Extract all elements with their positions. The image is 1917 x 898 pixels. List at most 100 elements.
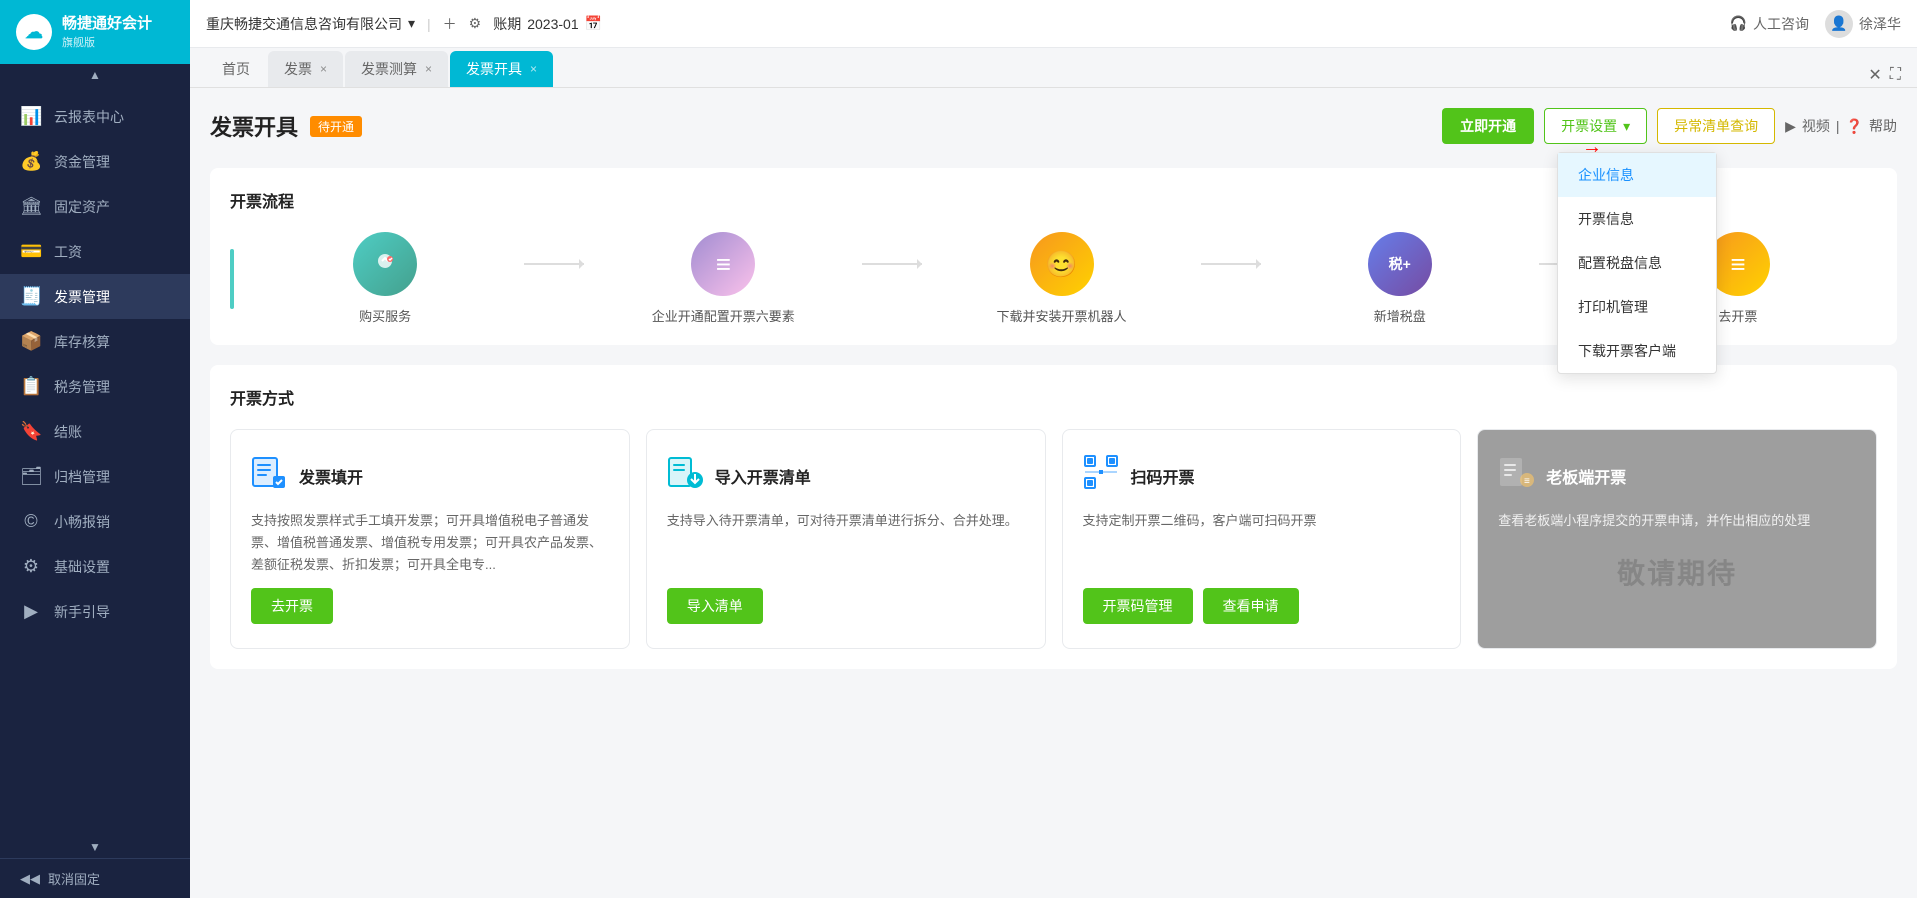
sidebar-item-zijin[interactable]: 💰 资金管理 — [0, 139, 190, 184]
sidebar-label-xiaochang: 小畅报销 — [54, 512, 110, 532]
tab-close-all[interactable]: ✕ — [1868, 65, 1881, 85]
svg-text:≡: ≡ — [1524, 476, 1530, 487]
activate-button[interactable]: 立即开通 — [1442, 108, 1534, 144]
period-selector[interactable]: 账期 2023-01 📅 — [493, 14, 602, 34]
pin-icon: ◀◀ — [20, 871, 40, 887]
chevron-down-icon: ▾ — [1623, 118, 1630, 135]
settings-label: 开票设置 — [1561, 116, 1617, 136]
sidebar-item-gongzi[interactable]: 💳 工资 — [0, 229, 190, 274]
help-label: 帮助 — [1869, 116, 1897, 136]
page-content: 发票开具 待开通 立即开通 开票设置 ▾ 异常清单查询 ▶ 视频 | ❓ 帮助 — [190, 88, 1917, 898]
sidebar-label-jichushezhi: 基础设置 — [54, 557, 110, 577]
tax-config-label: 配置税盘信息 — [1578, 253, 1662, 273]
topbar-divider1: | — [427, 16, 431, 32]
dropdown-item-company-info[interactable]: 企业信息 — [1558, 153, 1716, 197]
company-name-text: 重庆畅捷交通信息咨询有限公司 — [206, 14, 402, 34]
step1-icon — [353, 232, 417, 296]
dropdown-item-tax-config[interactable]: 配置税盘信息 — [1558, 241, 1716, 285]
methods-section: 开票方式 — [210, 365, 1897, 669]
app-name: 畅捷通好会计 — [62, 14, 152, 34]
tab-fapiao[interactable]: 发票 × — [268, 51, 343, 87]
step-connector-1 — [524, 263, 584, 265]
sidebar-cancel-pin[interactable]: ◀◀ 取消固定 — [0, 858, 190, 898]
fill-method-desc: 支持按照发票样式手工填开发票；可开具增值税电子普通发票、增值税普通发票、增值税专… — [251, 510, 609, 576]
method-card-boss: ≡ 老板端开票 查看老板端小程序提交的开票申请，并作出相应的处理 敬请期待 — [1477, 429, 1877, 649]
xinshouyin-icon: ▶ — [20, 601, 42, 622]
sidebar-item-fapiao[interactable]: 🧾 发票管理 — [0, 274, 190, 319]
boss-method-desc: 查看老板端小程序提交的开票申请，并作出相应的处理 — [1498, 510, 1856, 532]
topbar: 重庆畅捷交通信息咨询有限公司 ▾ | ＋ ⚙ 账期 2023-01 📅 🎧 人工… — [190, 0, 1917, 48]
methods-grid: 发票填开 支持按照发票样式手工填开发票；可开具增值税电子普通发票、增值税普通发票… — [230, 429, 1877, 649]
step4-label: 新增税盘 — [1374, 306, 1426, 325]
tab-fapiaokaipu-label: 发票开具 — [466, 59, 522, 79]
view-apply-button[interactable]: 查看申请 — [1203, 588, 1299, 624]
method-scan-header: 扫码开票 — [1083, 454, 1441, 498]
scan-icon — [1083, 454, 1119, 498]
header-actions: 立即开通 开票设置 ▾ 异常清单查询 ▶ 视频 | ❓ 帮助 → — [1442, 108, 1897, 144]
sidebar-item-jichushezhi[interactable]: ⚙ 基础设置 — [0, 544, 190, 589]
flow-bar — [230, 249, 234, 309]
scan-code-button[interactable]: 开票码管理 — [1083, 588, 1193, 624]
scan-method-footer: 开票码管理 查看申请 — [1083, 588, 1441, 624]
method-card-import: 导入开票清单 支持导入待开票清单，可对待开票清单进行拆分、合并处理。 导入清单 — [646, 429, 1046, 649]
tab-fapiao-label: 发票 — [284, 59, 312, 79]
gudingzichan-icon: 🏛 — [20, 196, 42, 217]
tab-fapiaokaipu-close[interactable]: × — [530, 62, 537, 76]
method-import-header: 导入开票清单 — [667, 454, 1025, 498]
printer-mgmt-label: 打印机管理 — [1578, 297, 1648, 317]
help-icon: ❓ — [1846, 118, 1863, 135]
period-label: 账期 — [493, 14, 521, 34]
tabbar: 首页 发票 × 发票测算 × 发票开具 × ✕ ⛶ — [190, 48, 1917, 88]
help-section: ▶ 视频 | ❓ 帮助 — [1785, 116, 1897, 136]
sidebar-item-xiaochang[interactable]: © 小畅报销 — [0, 499, 190, 544]
company-selector[interactable]: 重庆畅捷交通信息咨询有限公司 ▾ — [206, 14, 415, 34]
tab-fapiaocesuan-close[interactable]: × — [425, 62, 432, 76]
dropdown-item-download-client[interactable]: 下载开票客户端 — [1558, 329, 1716, 373]
step2-label: 企业开通配置开票六要素 — [652, 306, 795, 325]
invoice-info-label: 开票信息 — [1578, 209, 1634, 229]
add-company-button[interactable]: ＋ — [443, 14, 457, 34]
sidebar-label-kucun: 库存核算 — [54, 332, 110, 352]
step3-label: 下载并安装开票机器人 — [997, 306, 1127, 325]
sidebar-item-jiezhang[interactable]: 🔖 结账 — [0, 409, 190, 454]
boss-icon: ≡ — [1498, 454, 1534, 498]
import-button[interactable]: 导入清单 — [667, 588, 763, 624]
xiaochang-icon: © — [20, 511, 42, 532]
dropdown-item-invoice-info[interactable]: 开票信息 — [1558, 197, 1716, 241]
topbar-right: 🎧 人工咨询 👤 徐泽华 — [1730, 10, 1901, 38]
user-name: 徐泽华 — [1859, 14, 1901, 34]
boss-method-title: 老板端开票 — [1546, 464, 1626, 488]
avatar: 👤 — [1825, 10, 1853, 38]
sidebar: ☁ 畅捷通好会计 旗舰版 ▲ 📊 云报表中心 💰 资金管理 🏛 固定资产 💳 工… — [0, 0, 190, 898]
tab-fapiaokaipu[interactable]: 发票开具 × — [450, 51, 553, 87]
tab-fapiao-close[interactable]: × — [320, 62, 327, 76]
import-method-desc: 支持导入待开票清单，可对待开票清单进行拆分、合并处理。 — [667, 510, 1025, 532]
cancel-pin-label: 取消固定 — [48, 869, 100, 888]
tab-home-label: 首页 — [222, 59, 250, 79]
fill-icon — [251, 454, 287, 498]
sidebar-item-guidang[interactable]: 🗂 归档管理 — [0, 454, 190, 499]
user-profile[interactable]: 👤 徐泽华 — [1825, 10, 1901, 38]
sidebar-item-kucun[interactable]: 📦 库存核算 — [0, 319, 190, 364]
calendar-icon: 📅 — [585, 15, 602, 32]
dropdown-arrow: → — [1582, 136, 1602, 159]
tab-expand[interactable]: ⛶ — [1890, 66, 1901, 84]
video-label: 视频 — [1802, 116, 1830, 136]
main-area: 重庆畅捷交通信息咨询有限公司 ▾ | ＋ ⚙ 账期 2023-01 📅 🎧 人工… — [190, 0, 1917, 898]
sidebar-item-gudingzichan[interactable]: 🏛 固定资产 — [0, 184, 190, 229]
method-card-fill: 发票填开 支持按照发票样式手工填开发票；可开具增值税电子普通发票、增值税普通发票… — [230, 429, 630, 649]
period-value: 2023-01 — [527, 16, 578, 32]
sidebar-item-xinshouyin[interactable]: ▶ 新手引导 — [0, 589, 190, 634]
support-button[interactable]: 🎧 人工咨询 — [1730, 14, 1809, 34]
fill-go-button[interactable]: 去开票 — [251, 588, 333, 624]
tab-home[interactable]: 首页 — [206, 51, 266, 87]
sidebar-label-gongzi: 工资 — [54, 242, 82, 262]
abnormal-button[interactable]: 异常清单查询 — [1657, 108, 1775, 144]
sidebar-label-guidang: 归档管理 — [54, 467, 110, 487]
dropdown-item-printer-mgmt[interactable]: 打印机管理 — [1558, 285, 1716, 329]
sidebar-item-shuiwu[interactable]: 📋 税务管理 — [0, 364, 190, 409]
settings-button[interactable]: ⚙ — [469, 15, 482, 32]
boss-overlay-text: 敬请期待 — [1498, 552, 1856, 592]
tab-fapiaocesuan[interactable]: 发票测算 × — [345, 51, 448, 87]
sidebar-item-yunbao[interactable]: 📊 云报表中心 — [0, 94, 190, 139]
